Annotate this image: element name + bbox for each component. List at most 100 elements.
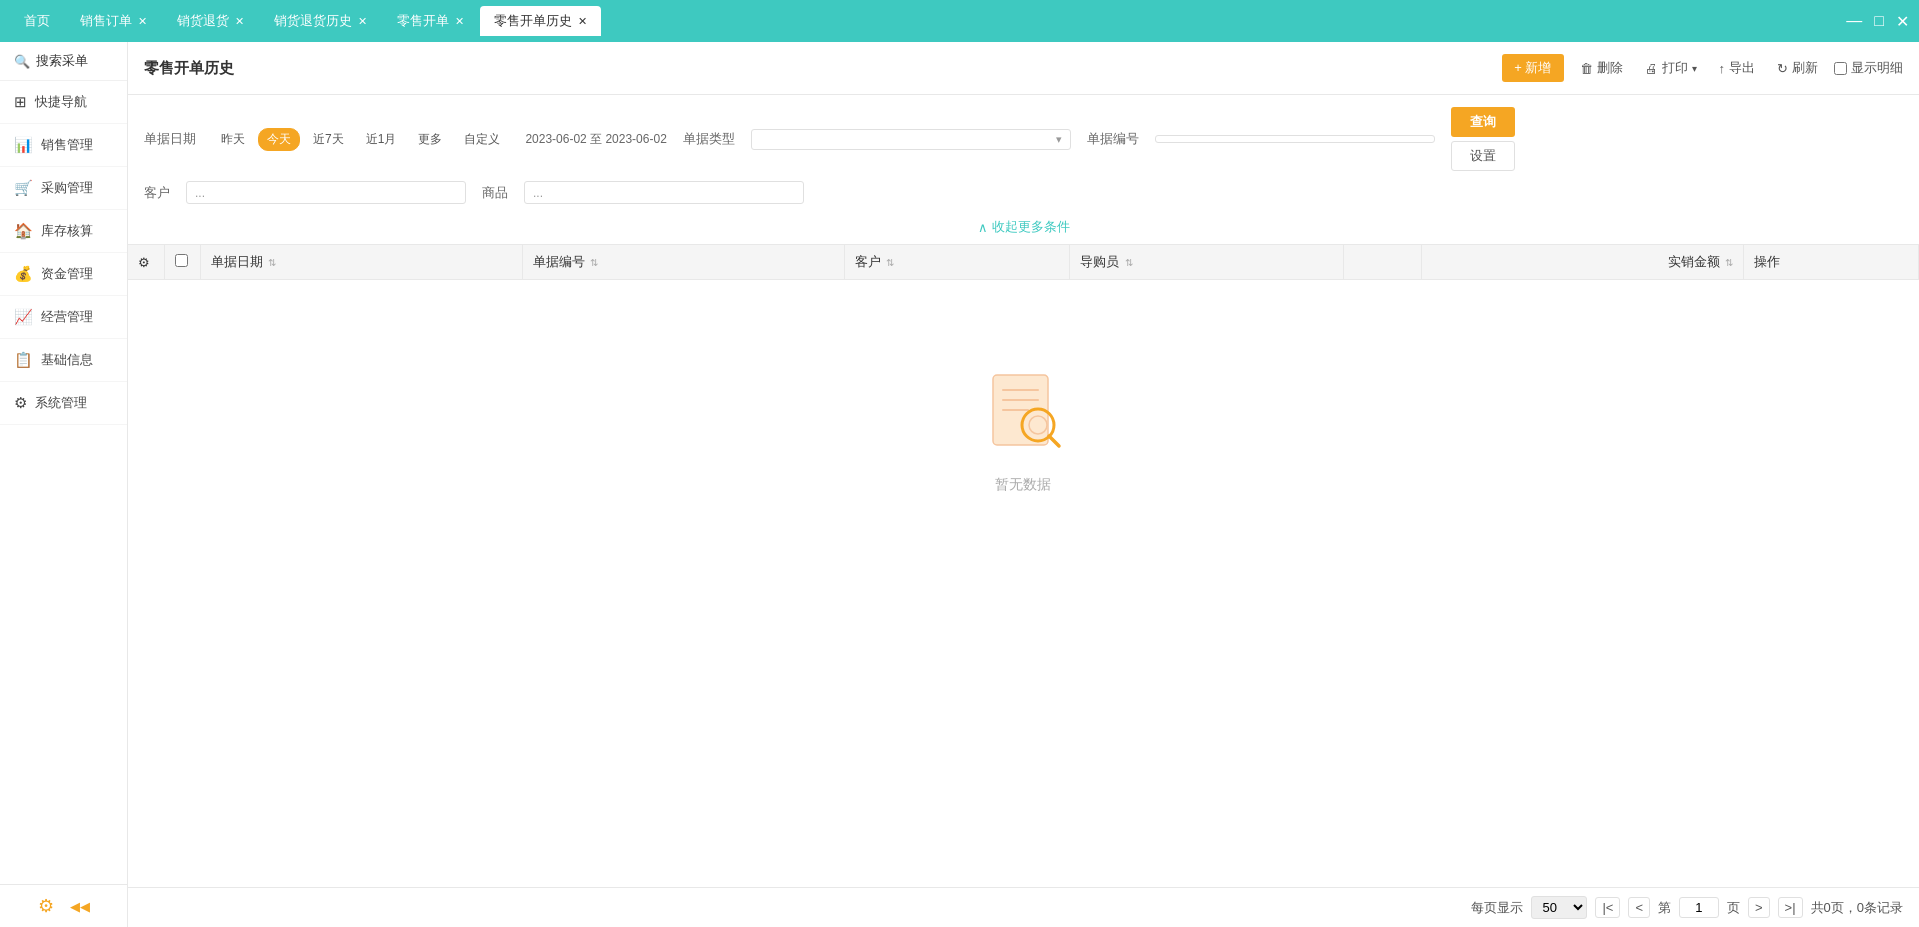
new-button[interactable]: + 新增 <box>1502 54 1563 82</box>
th-date[interactable]: 单据日期 ⇅ <box>200 245 522 280</box>
prev-page-btn[interactable]: < <box>1628 897 1650 918</box>
th-action: 操作 <box>1744 245 1919 280</box>
print-button[interactable]: 🖨 打印 ▾ <box>1639 56 1703 80</box>
th-customer[interactable]: 客户 ⇅ <box>844 245 1069 280</box>
date-btn-more[interactable]: 更多 <box>409 128 451 151</box>
show-detail-toggle[interactable]: 显示明细 <box>1834 59 1903 77</box>
delete-icon: 🗑 <box>1580 61 1593 76</box>
inventory-icon: 🏠 <box>14 222 33 240</box>
last-page-btn[interactable]: >| <box>1778 897 1803 918</box>
sidebar-item-sales-mgmt-label: 销售管理 <box>41 136 93 154</box>
date-btn-yesterday[interactable]: 昨天 <box>212 128 254 151</box>
th-amount[interactable]: 实销金额 ⇅ <box>1422 245 1744 280</box>
sidebar-item-sales-mgmt[interactable]: 📊 销售管理 <box>0 124 127 167</box>
doc-type-arrow-icon: ▾ <box>1056 133 1062 146</box>
tab-retail-open-history-close[interactable]: ✕ <box>578 15 587 28</box>
tab-sales-return[interactable]: 销货退货 ✕ <box>163 6 258 36</box>
th-action-label: 操作 <box>1754 254 1780 269</box>
sidebar-item-operations[interactable]: 📈 经营管理 <box>0 296 127 339</box>
refresh-button[interactable]: ↻ 刷新 <box>1771 56 1824 80</box>
th-amount-label: 实销金额 <box>1668 254 1720 269</box>
delete-button[interactable]: 🗑 删除 <box>1574 56 1629 80</box>
tab-sales-order[interactable]: 销售订单 ✕ <box>66 6 161 36</box>
doc-no-input[interactable] <box>1155 135 1435 143</box>
th-settings[interactable]: ⚙ <box>128 245 164 280</box>
th-guide[interactable]: 导购员 ⇅ <box>1070 245 1344 280</box>
sidebar-item-base-info[interactable]: 📋 基础信息 <box>0 339 127 382</box>
delete-label: 删除 <box>1597 59 1623 77</box>
first-page-btn[interactable]: |< <box>1595 897 1620 918</box>
sidebar: 🔍 搜索采单 ⊞ 快捷导航 📊 销售管理 🛒 采购管理 🏠 库存核算 💰 <box>0 42 128 927</box>
bottom-collapse-icon[interactable]: ◀◀ <box>70 899 90 914</box>
date-btn-today[interactable]: 今天 <box>258 128 300 151</box>
th-guide-label: 导购员 <box>1080 254 1119 269</box>
th-checkbox[interactable] <box>164 245 200 280</box>
print-arrow-icon: ▾ <box>1692 63 1697 74</box>
export-button[interactable]: ↑ 导出 <box>1713 56 1762 80</box>
sidebar-item-finance[interactable]: 💰 资金管理 <box>0 253 127 296</box>
tab-sales-order-label: 销售订单 <box>80 12 132 30</box>
customer-label: 客户 <box>144 184 170 202</box>
doc-type-select[interactable]: ▾ <box>751 129 1071 150</box>
th-customer-label: 客户 <box>855 254 881 269</box>
table-header-row: ⚙ 单据日期 ⇅ 单据编号 ⇅ <box>128 245 1919 280</box>
customer-input[interactable]: ... <box>186 181 466 204</box>
sidebar-item-inventory[interactable]: 🏠 库存核算 <box>0 210 127 253</box>
filter-setting-button[interactable]: 设置 <box>1451 141 1515 171</box>
guide-sort-icon: ⇅ <box>1125 257 1133 268</box>
close-btn[interactable]: ✕ <box>1896 12 1909 31</box>
svg-line-6 <box>1049 436 1059 446</box>
date-sort-icon: ⇅ <box>268 257 276 268</box>
sidebar-item-base-info-label: 基础信息 <box>41 351 93 369</box>
export-label: 导出 <box>1729 59 1755 77</box>
finance-icon: 💰 <box>14 265 33 283</box>
tab-sales-order-close[interactable]: ✕ <box>138 15 147 28</box>
tab-retail-open-close[interactable]: ✕ <box>455 15 464 28</box>
maximize-btn[interactable]: □ <box>1874 12 1884 30</box>
empty-icon <box>973 360 1073 460</box>
pagination: 每页显示 50 10 20 100 |< < 第 页 > >| 共0页，0条记录 <box>128 887 1919 927</box>
minimize-btn[interactable]: — <box>1846 12 1862 30</box>
table-header: ⚙ 单据日期 ⇅ 单据编号 ⇅ <box>128 245 1919 280</box>
settings-gear-icon[interactable]: ⚙ <box>138 255 150 270</box>
select-all-checkbox[interactable] <box>175 254 188 267</box>
refresh-label: 刷新 <box>1792 59 1818 77</box>
query-button[interactable]: 查询 <box>1451 107 1515 137</box>
th-doc-no-label: 单据编号 <box>533 254 585 269</box>
date-filter-label: 单据日期 <box>144 130 196 148</box>
th-doc-no[interactable]: 单据编号 ⇅ <box>522 245 844 280</box>
sidebar-search[interactable]: 🔍 搜索采单 <box>0 42 127 81</box>
show-detail-label: 显示明细 <box>1851 59 1903 77</box>
tab-sales-return-history-close[interactable]: ✕ <box>358 15 367 28</box>
base-info-icon: 📋 <box>14 351 33 369</box>
bottom-settings-icon[interactable]: ⚙ <box>38 895 54 917</box>
show-detail-checkbox[interactable] <box>1834 62 1847 75</box>
sidebar-item-purchase-mgmt[interactable]: 🛒 采购管理 <box>0 167 127 210</box>
sidebar-item-quick-nav[interactable]: ⊞ 快捷导航 <box>0 81 127 124</box>
collapse-label: 收起更多条件 <box>992 218 1070 236</box>
tab-home[interactable]: 首页 <box>10 6 64 36</box>
tab-sales-return-history[interactable]: 销货退货历史 ✕ <box>260 6 381 36</box>
date-btn-custom[interactable]: 自定义 <box>455 128 509 151</box>
print-icon: 🖨 <box>1645 61 1658 76</box>
date-btn-last7[interactable]: 近7天 <box>304 128 353 151</box>
sales-mgmt-icon: 📊 <box>14 136 33 154</box>
th-date-label: 单据日期 <box>211 254 263 269</box>
page-input[interactable] <box>1679 897 1719 918</box>
refresh-icon: ↻ <box>1777 61 1788 76</box>
goods-input[interactable]: ... <box>524 181 804 204</box>
page-label-post: 页 <box>1727 899 1740 917</box>
tab-sales-return-close[interactable]: ✕ <box>235 15 244 28</box>
date-filter-buttons: 昨天 今天 近7天 近1月 更多 自定义 <box>212 128 509 151</box>
tab-retail-open-history[interactable]: 零售开单历史 ✕ <box>480 6 601 36</box>
collapse-button[interactable]: ∧ 收起更多条件 <box>978 214 1070 244</box>
tab-retail-open[interactable]: 零售开单 ✕ <box>383 6 478 36</box>
sidebar-item-system[interactable]: ⚙ 系统管理 <box>0 382 127 425</box>
customer-input-dots: ... <box>195 186 205 200</box>
per-page-label: 每页显示 <box>1471 899 1523 917</box>
date-btn-last-month[interactable]: 近1月 <box>357 128 406 151</box>
content-area: 零售开单历史 + 新增 🗑 删除 🖨 打印 ▾ ↑ 导出 ↻ <box>128 42 1919 927</box>
per-page-select[interactable]: 50 10 20 100 <box>1531 896 1587 919</box>
doc-type-label: 单据类型 <box>683 130 735 148</box>
next-page-btn[interactable]: > <box>1748 897 1770 918</box>
